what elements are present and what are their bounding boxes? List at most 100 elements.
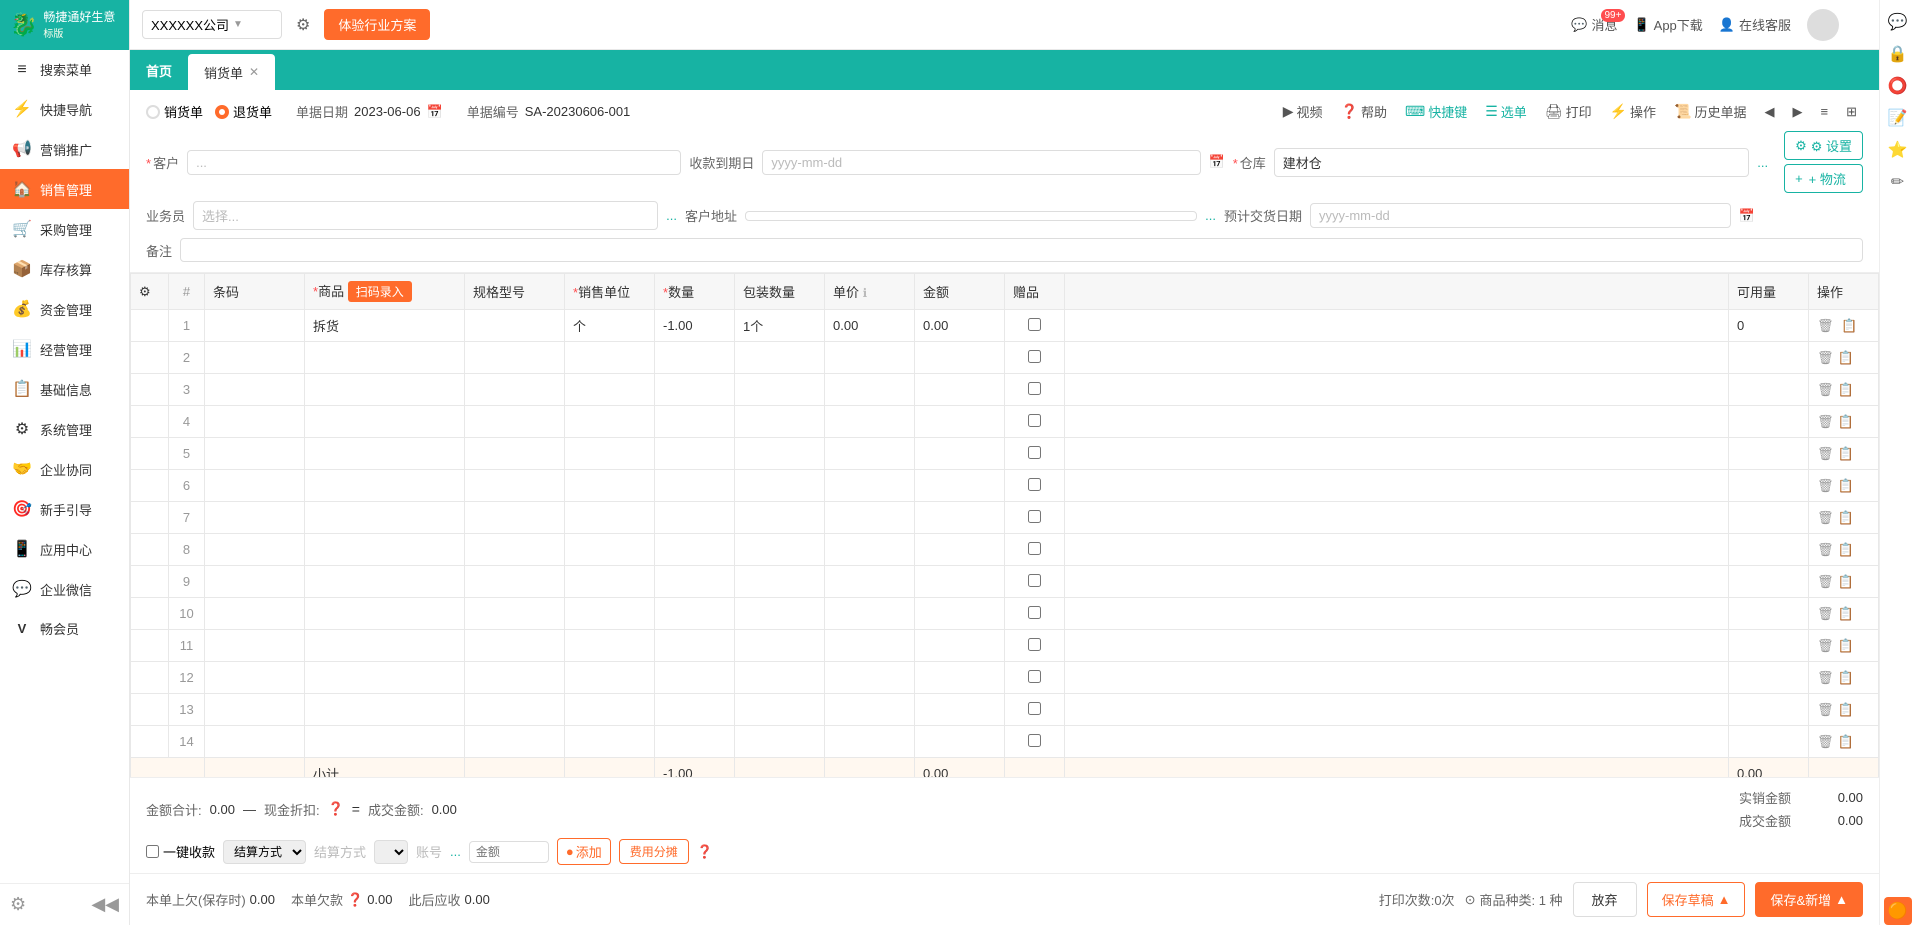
sidebar-item-newbie[interactable]: 🎯 新手引导 <box>0 489 129 529</box>
delete-icon[interactable]: 🗑 <box>1817 478 1834 493</box>
row-1-gift[interactable] <box>1005 310 1065 342</box>
sidebar-item-sales[interactable]: 🏠 销售管理 <box>0 169 129 209</box>
abandon-btn[interactable]: 放弃 <box>1573 882 1637 917</box>
setting-btn[interactable]: ⚙ ⚙ 设置 <box>1784 131 1863 160</box>
copy-icon[interactable]: 📋 <box>1838 638 1854 653</box>
sidebar-item-quicknav[interactable]: ⚡ 快捷导航 <box>0 89 129 129</box>
sidebar-item-inventory[interactable]: 📦 库存核算 <box>0 249 129 289</box>
online-service-btn[interactable]: 👤 在线客服 <box>1719 15 1791 34</box>
right-icon-circle[interactable]: ⭕ <box>1884 72 1912 100</box>
sidebar-item-member[interactable]: V 畅会员 <box>0 609 129 648</box>
row-1-gear[interactable] <box>131 310 169 342</box>
delete-icon[interactable]: 🗑 <box>1817 638 1834 653</box>
print-btn[interactable]: 🖨 打印 <box>1539 100 1598 123</box>
sidebar-item-appcenter[interactable]: 📱 应用中心 <box>0 529 129 569</box>
grid-view-btn[interactable]: ⊞ <box>1840 102 1863 122</box>
user-avatar[interactable] <box>1807 9 1839 41</box>
tab-sales-order[interactable]: 销货单 ✕ <box>188 54 275 90</box>
calendar-icon[interactable]: 📅 <box>427 104 443 120</box>
warehouse-dots[interactable]: ... <box>1757 155 1768 170</box>
delete-icon[interactable]: 🗑 <box>1817 350 1834 365</box>
tab-home[interactable]: 首页 <box>130 50 188 90</box>
radio-return[interactable]: 退货单 <box>215 102 272 121</box>
expense-help-icon[interactable]: ❓ <box>697 844 713 860</box>
sidebar-item-finance[interactable]: 💰 资金管理 <box>0 289 129 329</box>
row-1-unit[interactable]: 个 <box>565 310 655 342</box>
copy-icon[interactable]: 📋 <box>1838 446 1854 461</box>
debit-help-icon[interactable]: ❓ <box>347 892 363 908</box>
dots-icon[interactable]: ... <box>450 844 461 859</box>
salesman-input[interactable]: 选择... <box>193 201 658 230</box>
delete-icon[interactable]: 🗑 <box>1817 606 1834 621</box>
trial-btn[interactable]: 体验行业方案 <box>324 9 430 40</box>
prev-btn[interactable]: ◀ <box>1759 102 1781 122</box>
sidebar-item-marketing[interactable]: 📢 营销推广 <box>0 129 129 169</box>
row-1-barcode[interactable] <box>205 310 305 342</box>
video-btn[interactable]: ▶ 视频 <box>1277 100 1329 123</box>
list-view-btn[interactable]: ≡ <box>1815 102 1835 121</box>
help-btn[interactable]: ❓ 帮助 <box>1335 100 1393 123</box>
copy-icon[interactable]: 📋 <box>1838 478 1854 493</box>
row-1-amount[interactable]: 0.00 <box>915 310 1005 342</box>
row-1-action[interactable]: 🗑 📋 <box>1809 310 1879 342</box>
sidebar-item-wechat[interactable]: 💬 企业微信 <box>0 569 129 609</box>
add-btn[interactable]: ● 添加 <box>557 838 611 865</box>
delete-icon[interactable]: 🗑 <box>1817 318 1834 333</box>
delete-icon[interactable]: 🗑 <box>1817 382 1834 397</box>
delete-icon[interactable]: 🗑 <box>1817 446 1834 461</box>
customer-input[interactable]: ... <box>187 150 681 175</box>
delete-icon[interactable]: 🗑 <box>1817 542 1834 557</box>
scan-btn[interactable]: 扫码录入 <box>348 281 412 302</box>
logistics-btn[interactable]: + + 物流 <box>1784 164 1863 193</box>
copy-icon[interactable]: 📋 <box>1838 542 1854 557</box>
sidebar-settings-icon[interactable]: ⚙ <box>10 894 26 915</box>
row-1-pkg[interactable]: 1个 <box>735 310 825 342</box>
save-draft-btn[interactable]: 保存草稿 ▲ <box>1647 882 1746 917</box>
sidebar-item-operations[interactable]: 📊 经营管理 <box>0 329 129 369</box>
row-1-spec[interactable] <box>465 310 565 342</box>
copy-icon[interactable]: 📋 <box>1838 670 1854 685</box>
due-calendar-icon[interactable]: 📅 <box>1209 154 1225 170</box>
delete-icon[interactable]: 🗑 <box>1817 574 1834 589</box>
user-avatar2[interactable] <box>1855 9 1867 41</box>
delete-icon[interactable]: 🗑 <box>1817 734 1834 749</box>
payment-checkbox-input[interactable] <box>146 845 159 858</box>
settle-method-select[interactable]: 结算方式 <box>223 840 306 864</box>
copy-icon[interactable]: 📋 <box>1838 414 1854 429</box>
row-1-qty[interactable]: -1.00 <box>655 310 735 342</box>
copy-icon[interactable]: 📋 <box>1838 574 1854 589</box>
sidebar-item-enterprise[interactable]: 🤝 企业协同 <box>0 449 129 489</box>
one-click-payment[interactable]: 一键收款 <box>146 842 215 861</box>
row-1-product[interactable]: 拆货 <box>305 310 465 342</box>
save-new-btn[interactable]: 保存&新增 ▲ <box>1755 882 1863 917</box>
right-icon-orange[interactable]: 🟠 <box>1884 897 1912 925</box>
addr-dots[interactable]: ... <box>1205 208 1216 223</box>
th-gear[interactable]: ⚙ <box>131 274 169 310</box>
expense-btn[interactable]: 费用分摊 <box>619 839 689 864</box>
right-icon-star[interactable]: ⭐ <box>1884 136 1912 164</box>
salesman-dots[interactable]: ... <box>666 208 677 223</box>
right-icon-note[interactable]: 📝 <box>1884 104 1912 132</box>
copy-icon[interactable]: 📋 <box>1838 734 1854 749</box>
expected-calendar-icon[interactable]: 📅 <box>1739 208 1755 224</box>
copy-icon[interactable]: 📋 <box>1838 510 1854 525</box>
delete-icon[interactable]: 🗑 <box>1817 702 1834 717</box>
discount-help-icon[interactable]: ❓ <box>328 801 344 817</box>
copy-icon[interactable]: 📋 <box>1838 702 1854 717</box>
sidebar-item-system[interactable]: ⚙ 系统管理 <box>0 409 129 449</box>
copy-icon[interactable]: 📋 <box>1838 350 1854 365</box>
copy-icon[interactable]: 📋 <box>1838 382 1854 397</box>
sidebar-item-purchase[interactable]: 🛒 采购管理 <box>0 209 129 249</box>
delete-icon[interactable]: 🗑 <box>1817 670 1834 685</box>
operation-btn[interactable]: ⚡ 操作 <box>1604 100 1662 123</box>
sidebar-item-search[interactable]: ≡ 搜索菜单 <box>0 50 129 89</box>
category-selector[interactable]: ⊙ 商品种类: 1 种 <box>1465 890 1563 909</box>
copy-icon[interactable]: 📋 <box>1841 318 1857 333</box>
message-btn[interactable]: 💬 消息 99+ <box>1571 15 1617 34</box>
warehouse-input[interactable]: 建材仓 <box>1274 148 1749 177</box>
topbar-gear-icon[interactable]: ⚙ <box>292 11 314 39</box>
right-icon-lock[interactable]: 🔒 <box>1884 40 1912 68</box>
customer-addr-input[interactable] <box>745 211 1197 221</box>
due-date-input[interactable]: yyyy-mm-dd <box>762 150 1200 175</box>
row-1-price[interactable]: 0.00 <box>825 310 915 342</box>
